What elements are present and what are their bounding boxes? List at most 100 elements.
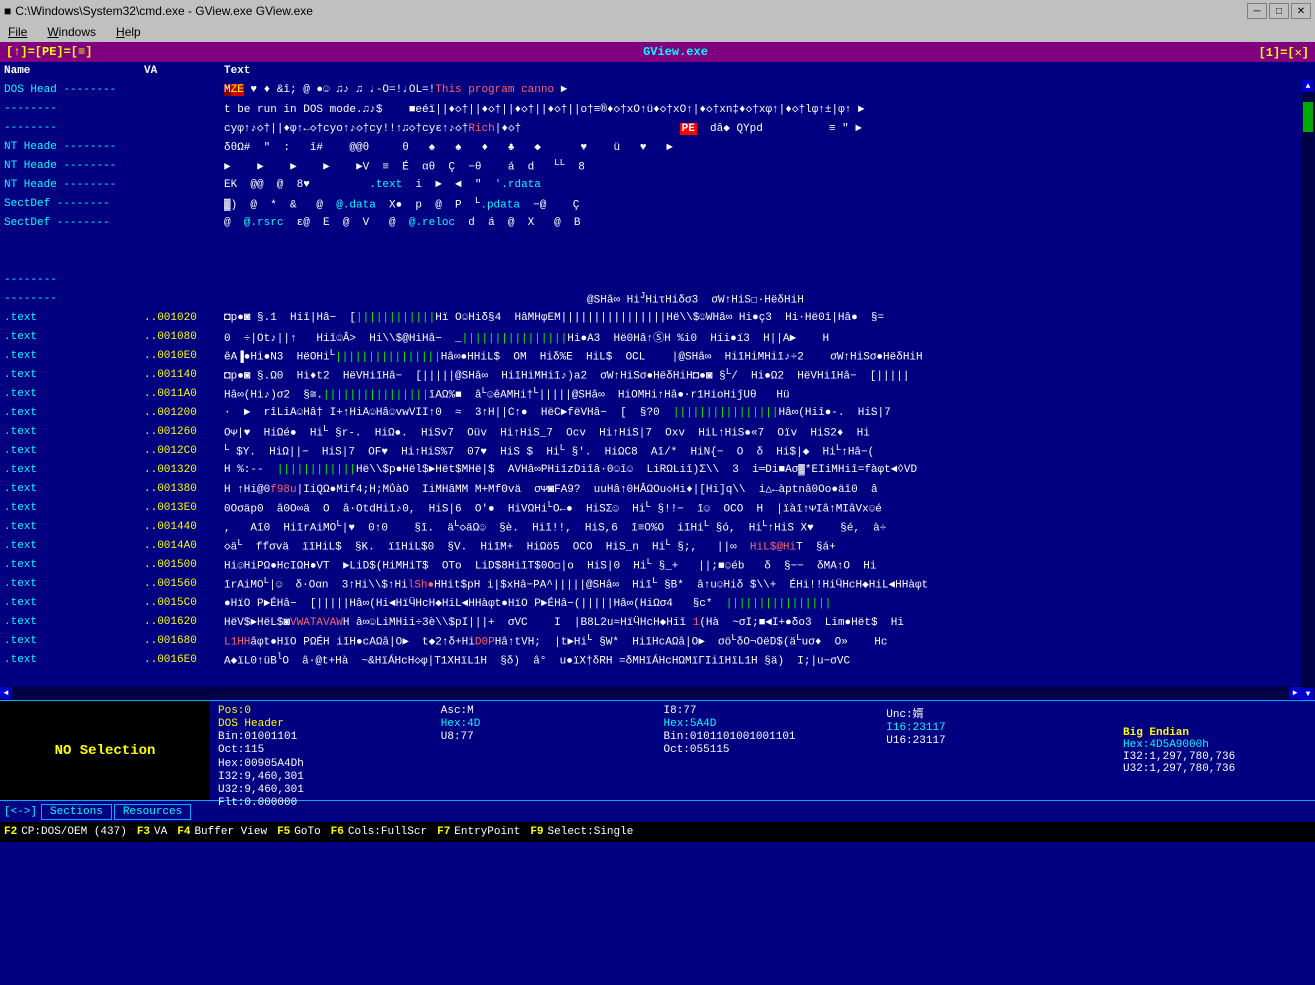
scroll-right-arrow[interactable]: ► [1289,687,1301,699]
table-row: SectDef -------- ▓) @ * & @ @.data X● p … [0,194,1315,213]
tab-resources[interactable]: Resources [114,804,191,820]
flt-label: Flt:0.000000 [218,797,439,809]
table-row: .text ..0016E0 A◆ïL0↑üBlO â·@t+Hà ~&HïÁH… [0,650,1315,669]
fkey-f6[interactable]: F6 [331,826,344,838]
fkey-f5-label: GoTo [294,826,320,838]
table-row: .text ..001620 HëV$►HëL$◙VWATAVAWH â∞☺Li… [0,612,1315,631]
hex-view[interactable]: DOS Head -------- MZÉ ♥ ♦ &ī; @ ●☺ ♫♪ ♫ … [0,80,1315,686]
status-bar: NO Selection Pos:0 DOS Header Bin:010011… [0,700,1315,800]
title-bar-left: ■ C:\Windows\System32\cmd.exe - GView.ex… [4,4,313,18]
table-row: .text ..001200 · ► rīLiÂ☺Hâ† I+↑HiÂ☺Hâ☺v… [0,403,1315,422]
title-bar-controls: ─ □ ✕ [1247,3,1311,19]
fkey-f9[interactable]: F9 [530,826,543,838]
u32-be-label: U32:1,297,780,736 [1123,763,1307,775]
table-row: .text ..0012C0 L $Y. HiΩ||− HiS|7 OF♥ Hi… [0,441,1315,460]
col-header-name: Name [4,65,144,77]
hex-be-label: Hex:4D5A9000h [1123,739,1307,751]
status-endian: Big Endian Hex:4D5A9000h I32:1,297,780,7… [1115,701,1315,800]
u16-label: U16:23117 [886,735,1107,747]
fkey-f7-label: EntryPoint [454,826,520,838]
table-row: .text ..001680 L1HHâφt●HïO PΩÉH iīH●cAΩâ… [0,631,1315,650]
header-right: [1]=[✕] [1259,45,1309,60]
status-hex-addr: Hex:00905A4Dh I32:9,460,301 U32:9,460,30… [218,758,439,809]
table-row: .text ..001560 īrAiΜOL|☺ δ·Oαn 3↑Hi\\$↑H… [0,574,1315,593]
status-i16: Unc:婿 I16:23117 U16:23117 [886,705,1107,756]
fkey-f3-label: VA [154,826,167,838]
table-row: NT Heade -------- ► ► ► ► ►V ≡ É αθ Ç −θ… [0,156,1315,175]
fkey-f4[interactable]: F4 [177,826,190,838]
scroll-down-arrow[interactable]: ▼ [1302,688,1314,700]
scroll-track-h [12,688,1289,698]
u8-label: U8:77 [441,731,662,743]
col-header-va: VA [144,65,224,77]
table-row: .text ..001140 ◘p●◙ §.Ω0 Hi♦t2 HëVHiīHâ−… [0,365,1315,384]
oct-label: Oct:115 [218,744,439,756]
title-bar-text: C:\Windows\System32\cmd.exe - GView.exe … [15,4,313,18]
scroll-handle[interactable] [1303,102,1313,132]
menu-help[interactable]: Help [112,24,145,40]
fkey-f4-label: Buffer View [194,826,267,838]
bin-label: Bin:01001101 [218,731,439,743]
minimize-button[interactable]: ─ [1247,3,1267,19]
fkey-f6-label: Cols:FullScr [348,826,427,838]
status-asc: Asc:M Hex:4D U8:77 [441,705,662,756]
table-row: .text ..001320 H %:-- ||||||||||||Hë\\$p… [0,460,1315,479]
close-button[interactable]: ✕ [1291,3,1311,19]
status-unc: I8:77 Hex:5A4D Bin:0101101001001101 Oct:… [664,705,885,756]
unc-label: Unc:婿 [886,705,1107,721]
table-row: -------- @SHâ∞ HiJHiτHiδσ3 σW↑HiS☐∙HëδHi… [0,289,1315,308]
vertical-scrollbar[interactable]: ▲ ▼ [1301,80,1315,700]
status-position: Pos:0 DOS Header Bin:01001101 Oct:115 [218,705,439,756]
menu-windows[interactable]: Windows [43,24,100,40]
no-selection-panel: NO Selection [0,701,210,800]
table-row: -------- t be run in DOS mode.♫♪$ ■eéï||… [0,99,1315,118]
header-left: [↑]=[PE]=[≡] [6,45,92,59]
i32-be-label: I32:1,297,780,736 [1123,751,1307,763]
table-row: .text ..0010E0 êA▐●Hi●N3 HëOHiL|||||||||… [0,346,1315,365]
col-header-text: Text [224,65,250,77]
fkey-f9-label: Select:Single [548,826,634,838]
fkey-f3[interactable]: F3 [137,826,150,838]
big-endian-label: Big Endian [1123,727,1307,739]
table-row: .text ..001260 Oᴪ|♥ HiΩé● HiL §r-. HiΩ●.… [0,422,1315,441]
hex-label: Hex:4D [441,718,662,730]
main-header: [↑]=[PE]=[≡] GView.exe [1]=[✕] [0,42,1315,62]
table-row: NT Heade -------- ÉK @@ @ 8♥ .text i ► ◄… [0,175,1315,194]
content-area: DOS Head -------- MZÉ ♥ ♦ &ī; @ ●☺ ♫♪ ♫ … [0,80,1315,700]
i16-label: I16:23117 [886,722,1107,734]
table-row: .text ..001020 ◘p●◙ §.1 Hiī|Hâ− [|||||||… [0,308,1315,327]
fkey-f7[interactable]: F7 [437,826,450,838]
scroll-up-arrow[interactable]: ▲ [1302,80,1314,92]
title-bar: ■ C:\Windows\System32\cmd.exe - GView.ex… [0,0,1315,22]
horizontal-scrollbar[interactable]: ◄ ► [0,686,1301,700]
scroll-track [1303,92,1313,688]
menu-bar: File Windows Help [0,22,1315,42]
i32-label: I32:9,460,301 [218,771,439,783]
table-row: -------- [0,270,1315,289]
table-row: .text ..0013E0 0Oσäp0 â0O∞ä O â·OtdHiī♪0… [0,498,1315,517]
table-row: -------- cyφ↑♪◇†||♦φ↑←◇†cyο↑♪◇†cy!!↑♫◇†c… [0,118,1315,137]
table-row [0,251,1315,270]
tab-sections[interactable]: Sections [41,804,112,820]
status-info-grid: Pos:0 DOS Header Bin:01001101 Oct:115 As… [210,701,1115,800]
hex-addr: Hex:00905A4Dh [218,758,439,770]
table-row: DOS Head -------- MZÉ ♥ ♦ &ī; @ ●☺ ♫♪ ♫ … [0,80,1315,99]
maximize-button[interactable]: □ [1269,3,1289,19]
menu-file[interactable]: File [4,24,31,40]
hex5a4d: Hex:5A4D [664,718,885,730]
fkey-f5[interactable]: F5 [277,826,290,838]
u32-label: U32:9,460,301 [218,784,439,796]
table-row [0,232,1315,251]
table-row: .text ..0015C0 ●HïO P►ÉHâ− [|||||Hâ∞(Hi◄… [0,593,1315,612]
pos-label: Pos:0 [218,705,439,717]
dos-header-label: DOS Header [218,718,439,730]
scroll-left-arrow[interactable]: ◄ [0,687,12,699]
table-row: .text ..0014A0 ◇äL ffσvä ïīHiL$ §K. ïīHi… [0,536,1315,555]
table-row: .text ..001500 Hi☺HiPΩ●HcIΩH●VT ►LiD$(Hi… [0,555,1315,574]
column-headers: Name VA Text [0,62,1315,80]
fkey-f2[interactable]: F2 [4,826,17,838]
table-row: .text ..001080 0 ÷|Ot♪||↑ Hiī☺Â> Hi\\$@H… [0,327,1315,346]
header-title: GView.exe [92,45,1258,59]
table-row: SectDef -------- @ @.rsrc ε@ É @ V @ @.r… [0,213,1315,232]
bin16-label: Bin:0101101001001101 [664,731,885,743]
